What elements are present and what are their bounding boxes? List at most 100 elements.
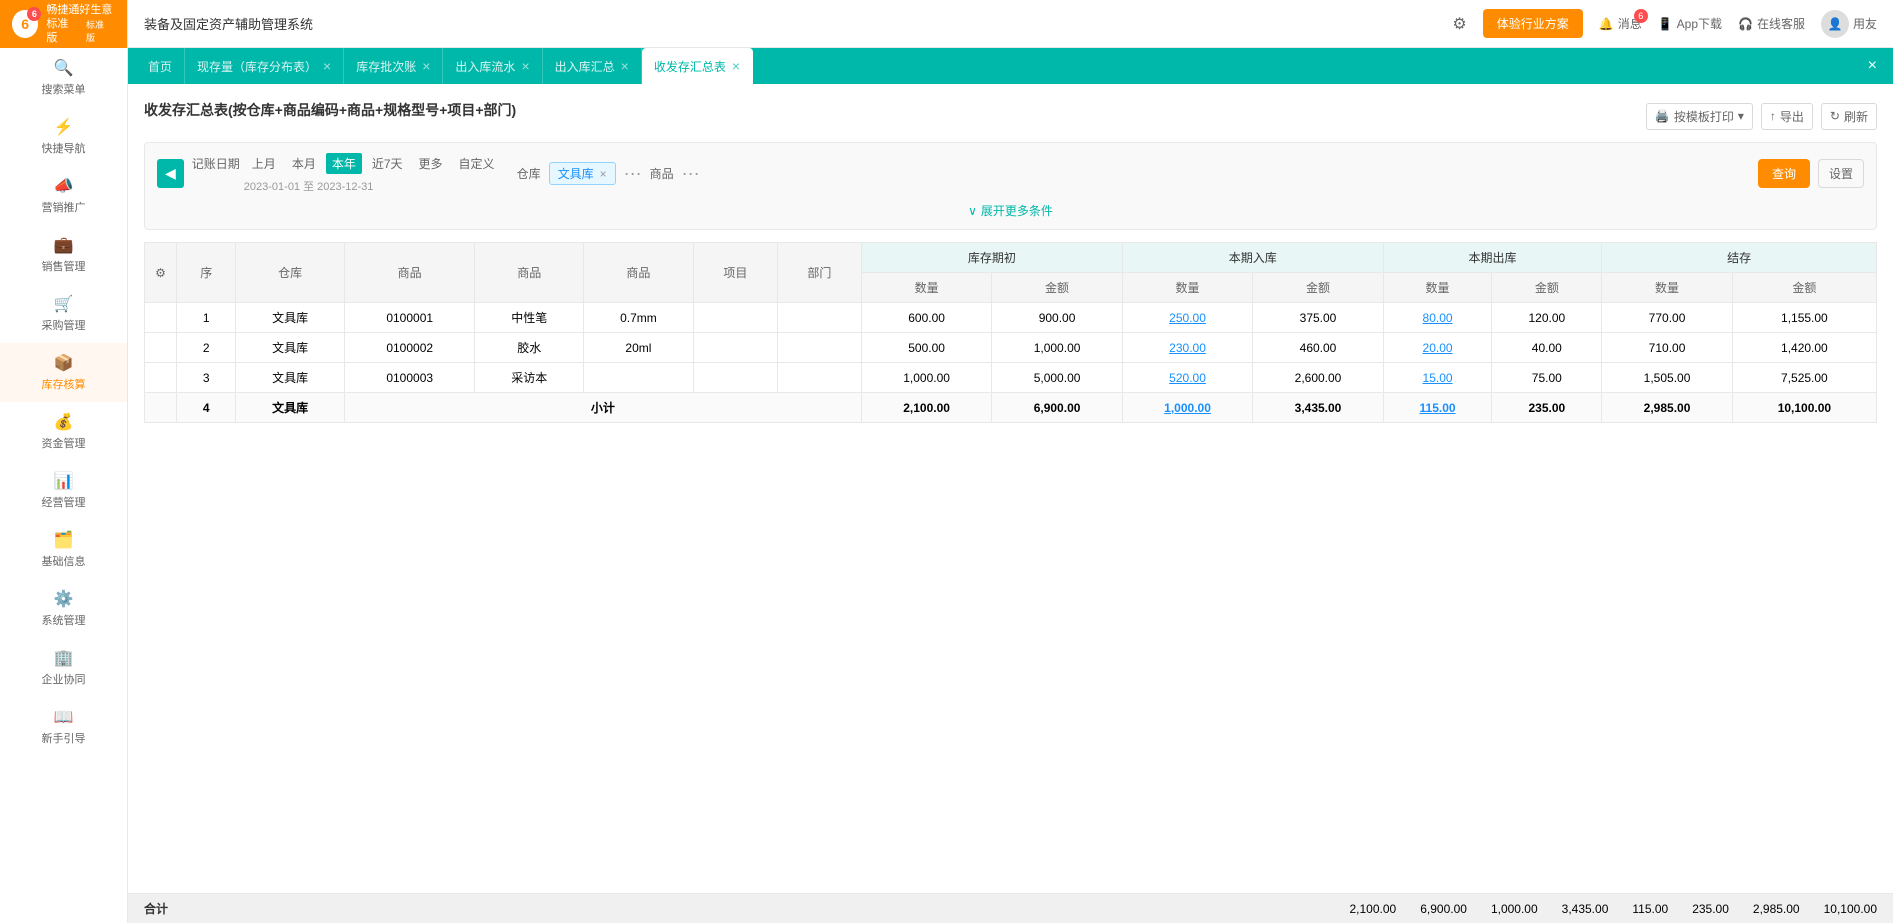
date-btn-custom[interactable]: 自定义 xyxy=(453,153,501,174)
user-item[interactable]: 👤 用友 xyxy=(1821,10,1877,38)
export-button[interactable]: ↑ 导出 xyxy=(1761,103,1813,130)
try-button[interactable]: 体验行业方案 xyxy=(1483,9,1583,38)
row2-open-qty: 500.00 xyxy=(861,333,991,363)
sidebar-item-basic[interactable]: 🗂️ 基础信息 xyxy=(0,520,127,579)
sidebar-item-system[interactable]: ⚙️ 系统管理 xyxy=(0,579,127,638)
filter-settings-button[interactable]: 设置 xyxy=(1818,159,1864,188)
row2-out-qty[interactable]: 20.00 xyxy=(1383,333,1492,363)
col-balance-header: 结存 xyxy=(1602,243,1877,273)
row3-warehouse: 文具库 xyxy=(236,363,345,393)
table-settings-header[interactable]: ⚙ xyxy=(145,243,177,303)
goods-more[interactable]: ··· xyxy=(682,163,700,184)
row2-settings xyxy=(145,333,177,363)
headset-icon: 🎧 xyxy=(1738,17,1753,31)
warehouse-more[interactable]: ··· xyxy=(624,163,642,184)
row2-project xyxy=(693,333,777,363)
row3-in-qty[interactable]: 520.00 xyxy=(1122,363,1252,393)
row2-out-amt: 40.00 xyxy=(1492,333,1602,363)
query-button[interactable]: 查询 xyxy=(1758,159,1810,188)
tab-batch-ledger[interactable]: 库存批次账 × xyxy=(344,48,443,84)
app-download-item[interactable]: 📱 App下载 xyxy=(1658,15,1722,32)
tab-home[interactable]: 首页 xyxy=(136,48,185,84)
row1-out-qty[interactable]: 80.00 xyxy=(1383,303,1492,333)
print-button[interactable]: 🖨️ 按模板打印 ▾ xyxy=(1646,103,1753,130)
tab-inout-summary-close[interactable]: × xyxy=(621,58,629,74)
warehouse-tag-value: 文具库 xyxy=(558,165,594,182)
total-bal-amt: 10,100.00 xyxy=(1824,902,1877,916)
total-open-amt: 6,900.00 xyxy=(1420,902,1467,916)
date-btn-this-month[interactable]: 本月 xyxy=(286,153,322,174)
col-out-header: 本期出库 xyxy=(1383,243,1602,273)
tab-inout-flow[interactable]: 出入库流水 × xyxy=(443,48,542,84)
sidebar-item-finance[interactable]: 💰 资金管理 xyxy=(0,402,127,461)
sidebar-item-marketing[interactable]: 📣 营销推广 xyxy=(0,166,127,225)
filter-collapse-btn[interactable]: ◀ xyxy=(157,159,184,188)
date-btn-7days[interactable]: 近7天 xyxy=(366,153,409,174)
subtotal-row: 4 文具库 小计 2,100.00 6,900.00 1,000.00 3,43… xyxy=(145,393,1877,423)
sidebar-item-sales[interactable]: 💼 销售管理 xyxy=(0,225,127,284)
row3-bal-qty: 1,505.00 xyxy=(1602,363,1732,393)
warehouse-tag-close[interactable]: × xyxy=(600,167,607,181)
filter-bar: ◀ 记账日期 上月 本月 本年 近7天 更多 自定义 xyxy=(144,142,1877,230)
subtotal-out-amt: 235.00 xyxy=(1492,393,1602,423)
quick-icon: ⚡ xyxy=(54,117,74,137)
row1-out-amt: 120.00 xyxy=(1492,303,1602,333)
collapse-icon: ◀ xyxy=(157,159,184,188)
subtotal-label: 小计 xyxy=(344,393,861,423)
tab-recv-send-close[interactable]: × xyxy=(732,58,740,74)
date-btn-last-month[interactable]: 上月 xyxy=(246,153,282,174)
tab-bar-close[interactable]: × xyxy=(1860,57,1885,75)
query-actions: 查询 设置 xyxy=(1758,159,1864,188)
tab-stock-dist-close[interactable]: × xyxy=(323,58,331,74)
top-header: 装备及固定资产辅助管理系统 ⚙ 体验行业方案 🔔 6 消息 📱 App下载 🎧 … xyxy=(128,0,1893,48)
sidebar-item-inventory[interactable]: 📦 库存核算 xyxy=(0,343,127,402)
row2-code: 0100002 xyxy=(344,333,474,363)
subtotal-in-amt: 3,435.00 xyxy=(1253,393,1383,423)
gear-button[interactable]: ⚙ xyxy=(1452,14,1466,34)
tab-inout-flow-label: 出入库流水 xyxy=(455,58,515,75)
col-dept-header: 部门 xyxy=(777,243,861,303)
online-service-item[interactable]: 🎧 在线客服 xyxy=(1738,15,1805,32)
row3-settings xyxy=(145,363,177,393)
sidebar-item-purchase[interactable]: 🛒 采购管理 xyxy=(0,284,127,343)
sidebar-label-operation: 经营管理 xyxy=(42,494,86,510)
tab-stock-dist[interactable]: 现存量（库存分布表） × xyxy=(185,48,344,84)
goods-filter-label: 商品 xyxy=(650,165,674,182)
sidebar-item-operation[interactable]: 📊 经营管理 xyxy=(0,461,127,520)
date-btn-more[interactable]: 更多 xyxy=(413,153,449,174)
subtotal-in-qty[interactable]: 1,000.00 xyxy=(1122,393,1252,423)
row2-bal-qty: 710.00 xyxy=(1602,333,1732,363)
subtotal-out-qty[interactable]: 115.00 xyxy=(1383,393,1492,423)
expand-conditions[interactable]: ∨ 展开更多条件 xyxy=(157,202,1864,219)
date-buttons: 上月 本月 本年 近7天 更多 自定义 xyxy=(246,153,501,174)
sidebar-item-enterprise[interactable]: 🏢 企业协同 xyxy=(0,638,127,697)
date-btn-this-year[interactable]: 本年 xyxy=(326,153,362,174)
row2-in-qty[interactable]: 230.00 xyxy=(1122,333,1252,363)
sidebar-label-purchase: 采购管理 xyxy=(42,317,86,333)
col-spec-header: 商品 xyxy=(583,243,693,303)
sidebar-item-guide[interactable]: 📖 新手引导 xyxy=(0,697,127,756)
notif-badge: 6 xyxy=(1634,9,1648,23)
tab-batch-ledger-close[interactable]: × xyxy=(422,58,430,74)
row3-out-qty[interactable]: 15.00 xyxy=(1383,363,1492,393)
sidebar-item-quick[interactable]: ⚡ 快捷导航 xyxy=(0,107,127,166)
sidebar-label-basic: 基础信息 xyxy=(42,553,86,569)
tab-inout-flow-close[interactable]: × xyxy=(521,58,529,74)
inventory-icon: 📦 xyxy=(54,353,74,373)
row1-spec: 0.7mm xyxy=(583,303,693,333)
total-in-amt: 3,435.00 xyxy=(1562,902,1609,916)
refresh-button[interactable]: ↻ 刷新 xyxy=(1821,103,1877,130)
row1-in-qty[interactable]: 250.00 xyxy=(1122,303,1252,333)
row2-spec: 20ml xyxy=(583,333,693,363)
operation-icon: 📊 xyxy=(54,471,74,491)
subtotal-seq: 4 xyxy=(177,393,236,423)
tab-batch-ledger-label: 库存批次账 xyxy=(356,58,416,75)
notification-item[interactable]: 🔔 6 消息 xyxy=(1599,15,1642,32)
expand-label: 展开更多条件 xyxy=(981,202,1053,219)
sidebar-label-quick: 快捷导航 xyxy=(42,140,86,156)
row3-code: 0100003 xyxy=(344,363,474,393)
tab-inout-summary[interactable]: 出入库汇总 × xyxy=(543,48,642,84)
tab-recv-send-summary[interactable]: 收发存汇总表 × xyxy=(642,48,753,84)
sidebar-item-search[interactable]: 🔍 搜索菜单 xyxy=(0,48,127,107)
col-name-header: 商品 xyxy=(475,243,584,303)
